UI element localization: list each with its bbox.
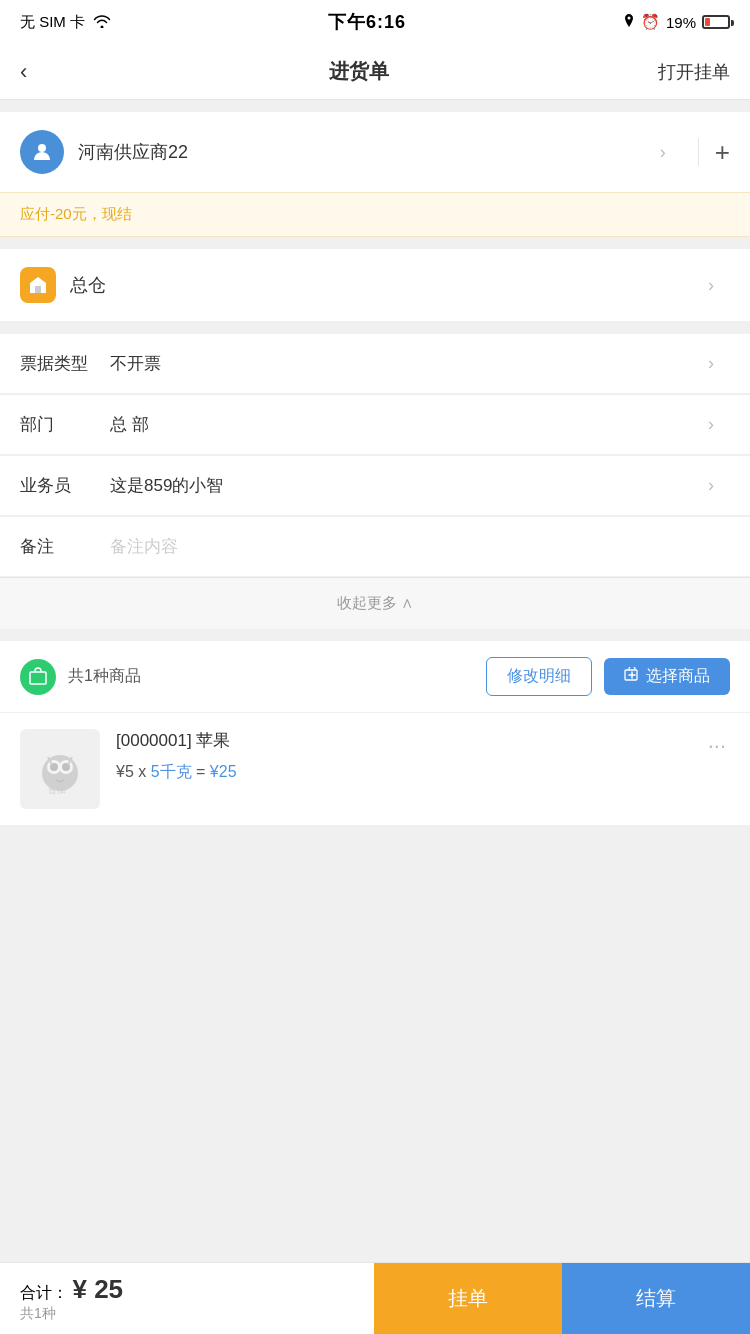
price-value: ¥5	[116, 763, 134, 780]
collapse-label: 收起更多 ∧	[337, 594, 413, 613]
product-section-icon	[20, 659, 56, 695]
divider	[698, 138, 699, 166]
price-quantity: 5千克	[151, 763, 192, 780]
price-equals: =	[196, 763, 210, 780]
footer-total: 合计： ¥ 25 共1种	[0, 1274, 374, 1323]
footer-total-line: 合计： ¥ 25	[20, 1274, 354, 1305]
salesperson-chevron-icon: ›	[708, 475, 714, 496]
location-icon	[623, 14, 635, 31]
supplier-section: 河南供应商22 › + 应付-20元，现结	[0, 112, 750, 237]
back-button[interactable]: ‹	[20, 59, 60, 85]
department-label: 部门	[20, 413, 110, 436]
remark-input[interactable]: 备注内容	[110, 535, 730, 558]
wifi-icon	[93, 14, 111, 31]
bottom-gap	[0, 826, 750, 846]
product-header: 共1种商品 修改明细 选择商品	[0, 641, 750, 713]
clock: 下午6:16	[328, 10, 406, 34]
footer-total-sub: 共1种	[20, 1305, 354, 1323]
svg-point-0	[38, 144, 46, 152]
footer: 合计： ¥ 25 共1种 挂单 结算	[0, 1262, 750, 1334]
carrier-label: 无 SIM 卡	[20, 13, 85, 32]
footer-total-label: 合计：	[20, 1284, 68, 1301]
salesperson-row[interactable]: 业务员 这是859的小智 ›	[0, 456, 750, 516]
product-thumbnail: 普加	[20, 729, 100, 809]
select-product-button[interactable]: 选择商品	[604, 658, 730, 695]
product-section: 共1种商品 修改明细 选择商品	[0, 641, 750, 826]
product-item: 普加 [0000001] 苹果 ¥5 x 5千克 = ¥25 ···	[0, 713, 750, 826]
open-pending-button[interactable]: 打开挂单	[658, 60, 730, 84]
carrier-wifi: 无 SIM 卡	[20, 13, 111, 32]
edit-detail-button[interactable]: 修改明细	[486, 657, 592, 696]
add-supplier-button[interactable]: +	[715, 137, 730, 168]
battery-percent: 19%	[666, 14, 696, 31]
svg-rect-1	[35, 286, 41, 293]
price-total: ¥25	[210, 763, 237, 780]
select-product-icon	[624, 667, 640, 687]
invoice-chevron-icon: ›	[708, 353, 714, 374]
product-count-label: 共1种商品	[68, 666, 486, 687]
product-thumb-owl: 普加	[30, 739, 90, 799]
hang-button[interactable]: 挂单	[374, 1263, 562, 1335]
supplier-name: 河南供应商22	[78, 140, 660, 164]
gap-4	[0, 629, 750, 641]
product-name: [0000001] 苹果	[116, 729, 704, 752]
notice-bar: 应付-20元，现结	[0, 192, 750, 237]
price-multiply: x	[138, 763, 150, 780]
warehouse-section: 总仓 ›	[0, 249, 750, 322]
invoice-type-row[interactable]: 票据类型 不开票 ›	[0, 334, 750, 394]
supplier-chevron-icon: ›	[660, 142, 666, 163]
warehouse-icon	[20, 267, 56, 303]
nav-bar: ‹ 进货单 打开挂单	[0, 44, 750, 100]
gap-2	[0, 237, 750, 249]
product-price: ¥5 x 5千克 = ¥25	[116, 762, 704, 783]
invoice-type-value: 不开票	[110, 352, 708, 375]
footer-spacer	[0, 846, 750, 918]
salesperson-value: 这是859的小智	[110, 474, 708, 497]
gap-1	[0, 100, 750, 112]
footer-total-amount: ¥ 25	[72, 1274, 123, 1304]
department-row[interactable]: 部门 总 部 ›	[0, 395, 750, 455]
remark-row[interactable]: 备注 备注内容	[0, 517, 750, 577]
department-chevron-icon: ›	[708, 414, 714, 435]
battery-area: ⏰ 19%	[623, 13, 730, 31]
svg-rect-2	[30, 672, 46, 684]
alarm-icon: ⏰	[641, 13, 660, 31]
warehouse-row[interactable]: 总仓 ›	[0, 249, 750, 322]
gap-3	[0, 322, 750, 334]
battery-icon	[702, 15, 730, 29]
settle-button[interactable]: 结算	[562, 1263, 750, 1335]
salesperson-label: 业务员	[20, 474, 110, 497]
remark-label: 备注	[20, 535, 110, 558]
supplier-row[interactable]: 河南供应商22 › +	[0, 112, 750, 192]
supplier-avatar	[20, 130, 64, 174]
warehouse-name: 总仓	[70, 273, 708, 297]
warehouse-chevron-icon: ›	[708, 275, 714, 296]
invoice-type-label: 票据类型	[20, 352, 110, 375]
page-title: 进货单	[329, 58, 389, 85]
select-product-label: 选择商品	[646, 666, 710, 687]
collapse-button[interactable]: 收起更多 ∧	[0, 577, 750, 629]
more-options-button[interactable]: ···	[704, 729, 730, 763]
product-info: [0000001] 苹果 ¥5 x 5千克 = ¥25	[116, 729, 704, 783]
department-value: 总 部	[110, 413, 708, 436]
status-bar: 无 SIM 卡 下午6:16 ⏰ 19%	[0, 0, 750, 44]
fields-section: 票据类型 不开票 › 部门 总 部 › 业务员 这是859的小智 › 备注 备注…	[0, 334, 750, 629]
notice-text: 应付-20元，现结	[20, 205, 132, 222]
svg-text:普加: 普加	[48, 785, 66, 795]
